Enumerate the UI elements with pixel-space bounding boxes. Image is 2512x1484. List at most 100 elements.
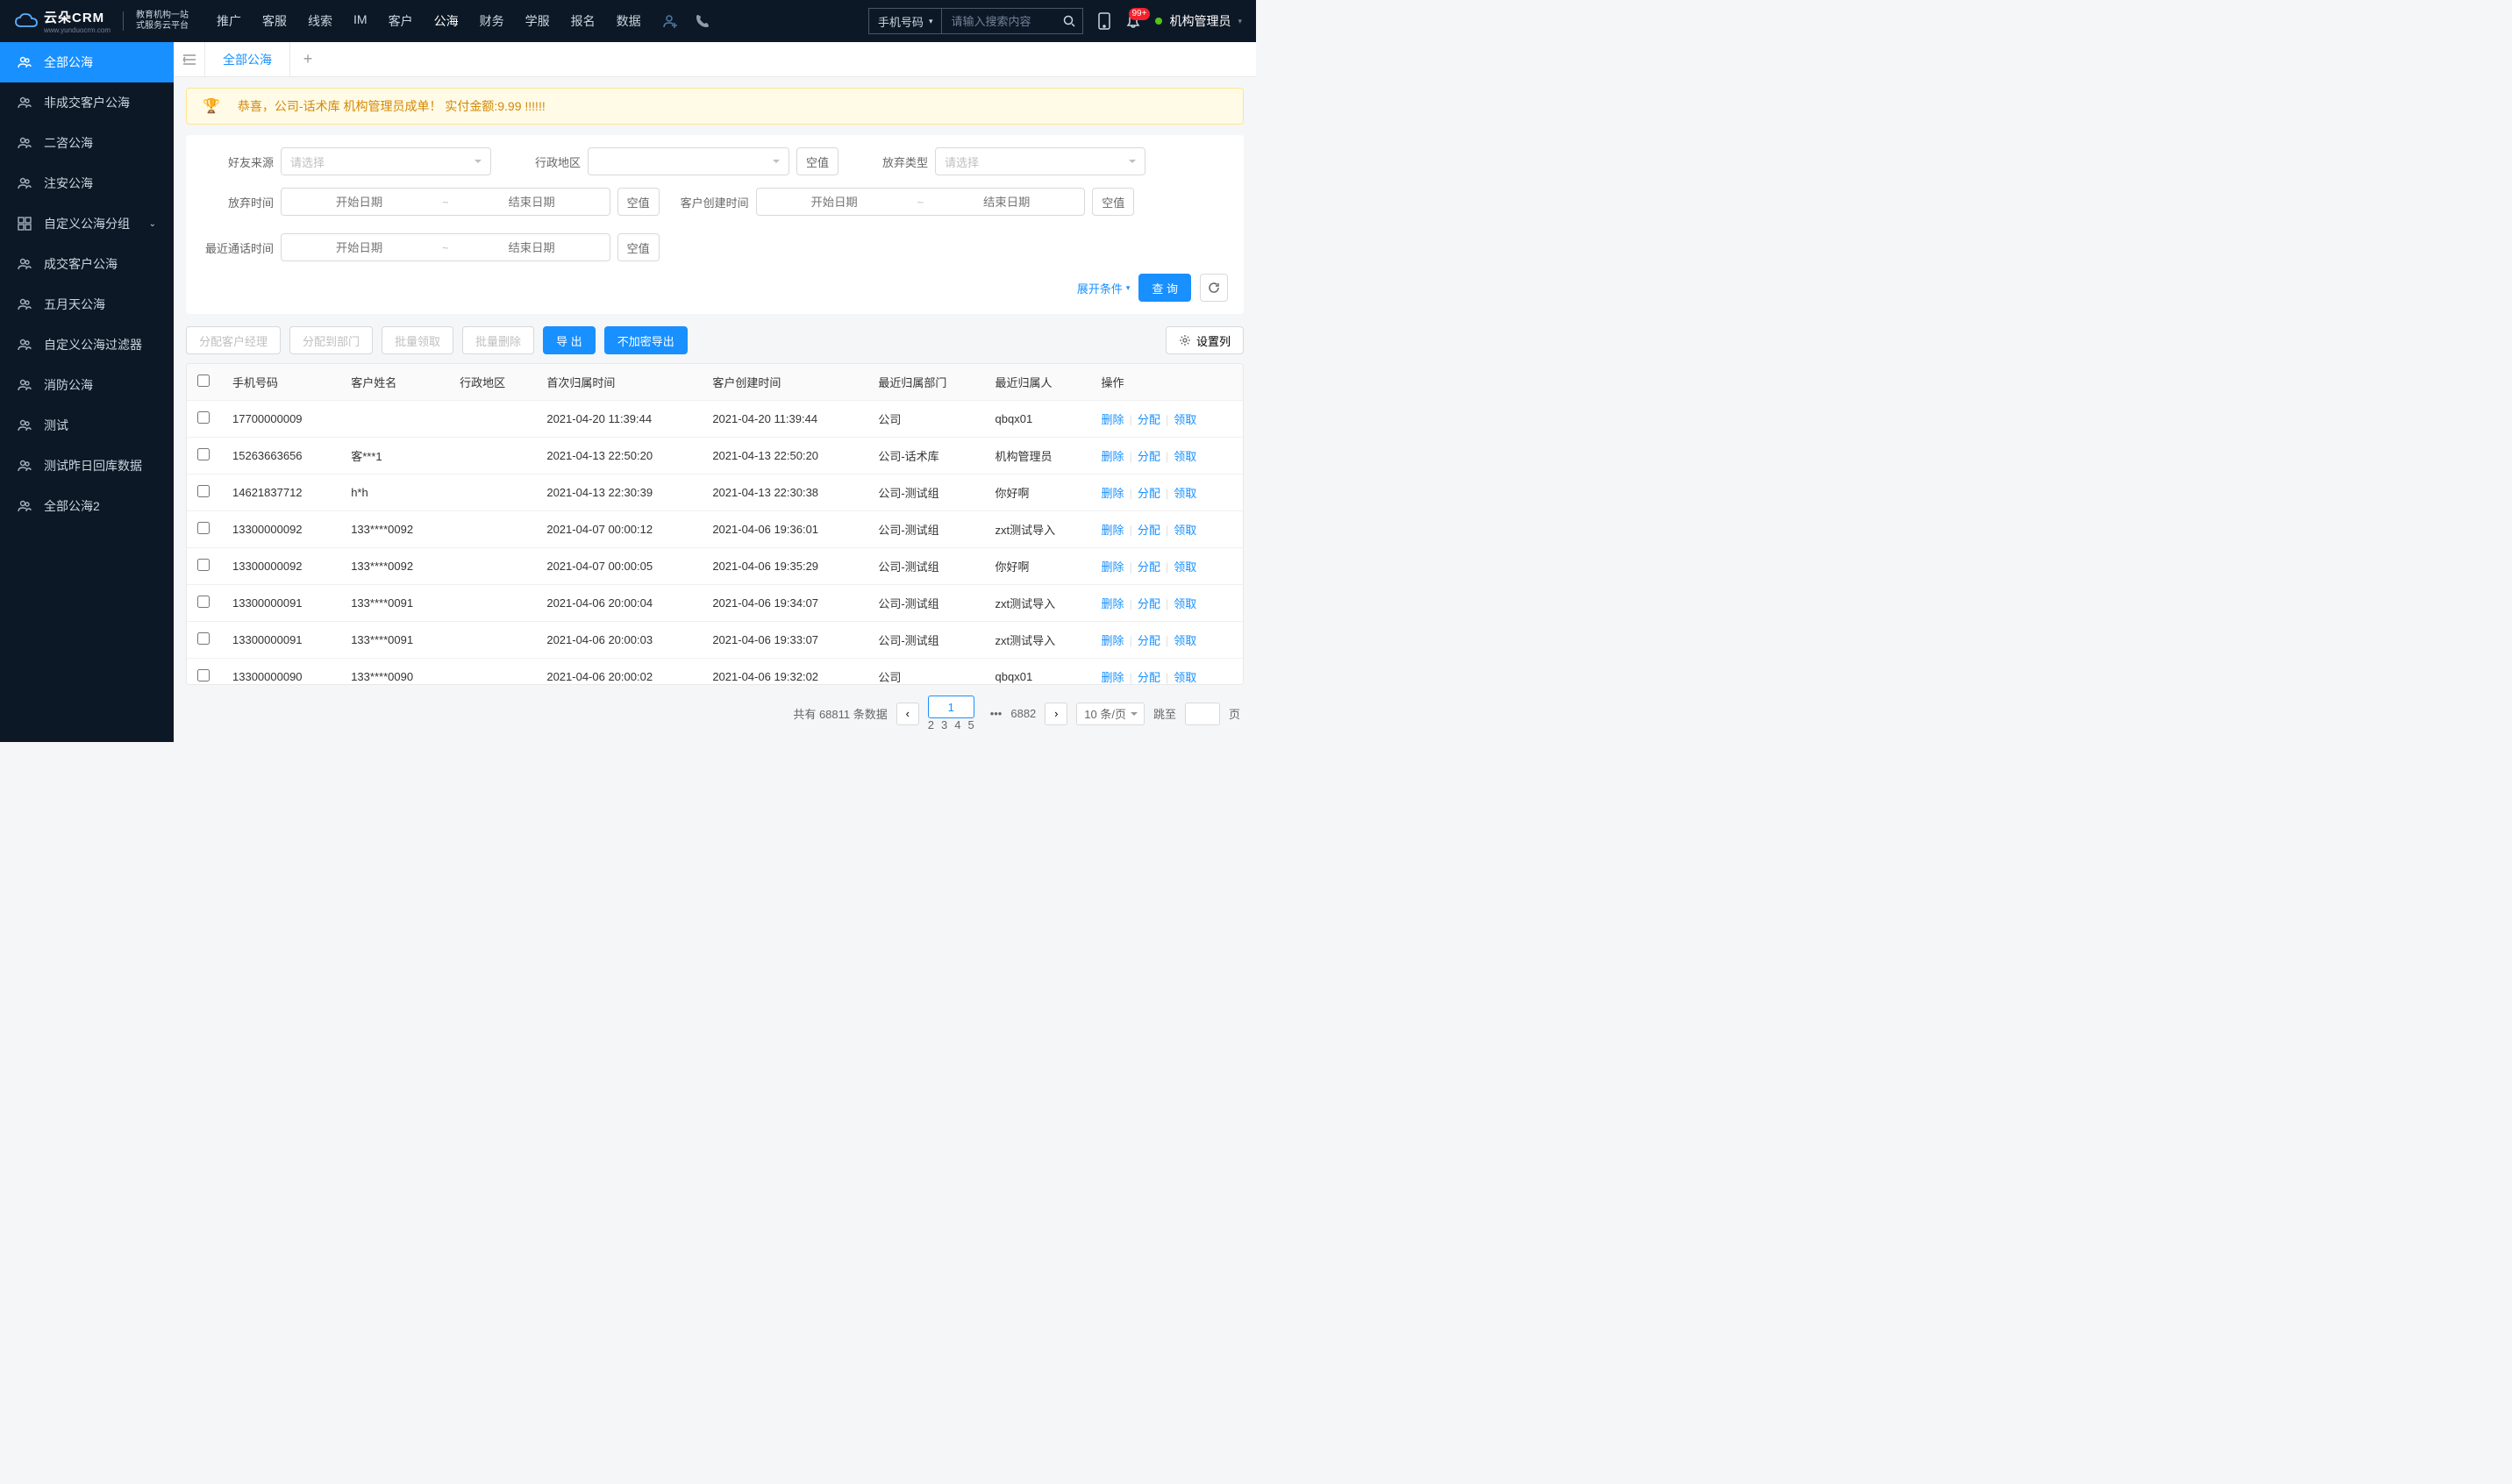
tab-add-button[interactable]: +	[290, 42, 325, 76]
sidebar-item-8[interactable]: 消防公海	[0, 365, 174, 405]
row-claim-button[interactable]: 领取	[1174, 413, 1196, 426]
nav-item-6[interactable]: 财务	[480, 12, 504, 30]
row-checkbox[interactable]	[197, 522, 210, 534]
sidebar-item-5[interactable]: 成交客户公海	[0, 244, 174, 284]
expand-filters-button[interactable]: 展开条件 ▾	[1077, 280, 1131, 296]
tab-all-public[interactable]: 全部公海	[205, 42, 290, 76]
page-size-select[interactable]: 10 条/页	[1076, 703, 1145, 725]
search-input[interactable]	[942, 9, 1056, 33]
row-delete-button[interactable]: 删除	[1101, 524, 1124, 537]
abandon-start-date[interactable]	[282, 196, 437, 209]
create-start-date[interactable]	[757, 196, 912, 209]
nav-item-2[interactable]: 线索	[308, 12, 332, 30]
row-delete-button[interactable]: 删除	[1101, 671, 1124, 684]
page-number-button[interactable]: 2	[928, 718, 934, 731]
row-checkbox[interactable]	[197, 669, 210, 681]
lastcall-empty-button[interactable]: 空值	[617, 233, 660, 261]
nav-item-1[interactable]: 客服	[262, 12, 287, 30]
sidebar-item-2[interactable]: 二咨公海	[0, 123, 174, 163]
select-all-checkbox[interactable]	[197, 375, 210, 387]
nav-item-8[interactable]: 报名	[571, 12, 596, 30]
abandon-end-date[interactable]	[454, 196, 610, 209]
user-add-icon[interactable]	[662, 13, 678, 29]
filter-source-select[interactable]: 请选择	[281, 147, 491, 175]
row-claim-button[interactable]: 领取	[1174, 450, 1196, 463]
row-checkbox[interactable]	[197, 448, 210, 460]
prev-page-button[interactable]: ‹	[896, 703, 919, 725]
row-assign-button[interactable]: 分配	[1138, 413, 1160, 426]
search-button[interactable]	[1056, 9, 1082, 33]
assign-manager-button[interactable]: 分配客户经理	[186, 326, 281, 354]
row-claim-button[interactable]: 领取	[1174, 597, 1196, 610]
sidebar-item-1[interactable]: 非成交客户公海	[0, 82, 174, 123]
row-delete-button[interactable]: 删除	[1101, 487, 1124, 500]
row-claim-button[interactable]: 领取	[1174, 560, 1196, 574]
last-page-button[interactable]: 6882	[1010, 707, 1036, 720]
sidebar-item-4[interactable]: 自定义公海分组⌄	[0, 203, 174, 244]
export-button[interactable]: 导 出	[543, 326, 596, 354]
notifications-button[interactable]: 99+	[1125, 13, 1141, 29]
logo[interactable]: 云朵CRM www.yunduocrm.com 教育机构一站 式服务云平台	[14, 8, 189, 34]
sidebar-item-9[interactable]: 测试	[0, 405, 174, 446]
sidebar-item-0[interactable]: 全部公海	[0, 42, 174, 82]
user-menu[interactable]: 机构管理员 ▾	[1155, 12, 1242, 30]
abandon-time-range[interactable]: ~	[281, 188, 610, 216]
row-claim-button[interactable]: 领取	[1174, 487, 1196, 500]
sidebar-item-10[interactable]: 测试昨日回库数据	[0, 446, 174, 486]
nav-item-7[interactable]: 学服	[525, 12, 550, 30]
set-columns-button[interactable]: 设置列	[1166, 326, 1244, 354]
tab-toggle-button[interactable]	[174, 42, 205, 76]
row-claim-button[interactable]: 领取	[1174, 634, 1196, 647]
filter-abandon-type-select[interactable]: 请选择	[935, 147, 1145, 175]
next-page-button[interactable]: ›	[1045, 703, 1067, 725]
sidebar-item-7[interactable]: 自定义公海过滤器	[0, 325, 174, 365]
batch-delete-button[interactable]: 批量删除	[462, 326, 534, 354]
create-end-date[interactable]	[929, 196, 1084, 209]
row-checkbox[interactable]	[197, 596, 210, 608]
nav-item-5[interactable]: 公海	[434, 12, 459, 30]
row-claim-button[interactable]: 领取	[1174, 671, 1196, 684]
page-number-button[interactable]: 1	[928, 696, 974, 718]
row-claim-button[interactable]: 领取	[1174, 524, 1196, 537]
row-delete-button[interactable]: 删除	[1101, 413, 1124, 426]
phone-icon[interactable]	[694, 13, 710, 29]
row-checkbox[interactable]	[197, 559, 210, 571]
row-assign-button[interactable]: 分配	[1138, 524, 1160, 537]
page-number-button[interactable]: 3	[941, 718, 947, 731]
page-number-button[interactable]: 5	[967, 718, 974, 731]
row-assign-button[interactable]: 分配	[1138, 487, 1160, 500]
row-checkbox[interactable]	[197, 485, 210, 497]
nav-item-4[interactable]: 客户	[389, 12, 413, 30]
row-assign-button[interactable]: 分配	[1138, 450, 1160, 463]
nav-item-3[interactable]: IM	[353, 12, 368, 30]
row-checkbox[interactable]	[197, 632, 210, 645]
row-assign-button[interactable]: 分配	[1138, 634, 1160, 647]
row-delete-button[interactable]: 删除	[1101, 560, 1124, 574]
row-delete-button[interactable]: 删除	[1101, 597, 1124, 610]
sidebar-item-3[interactable]: 注安公海	[0, 163, 174, 203]
row-assign-button[interactable]: 分配	[1138, 560, 1160, 574]
create-empty-button[interactable]: 空值	[1092, 188, 1134, 216]
mobile-icon[interactable]	[1097, 12, 1111, 30]
batch-claim-button[interactable]: 批量领取	[382, 326, 453, 354]
nav-item-0[interactable]: 推广	[217, 12, 241, 30]
create-time-range[interactable]: ~	[756, 188, 1086, 216]
export-plain-button[interactable]: 不加密导出	[604, 326, 688, 354]
filter-region-select[interactable]	[588, 147, 789, 175]
row-assign-button[interactable]: 分配	[1138, 671, 1160, 684]
row-delete-button[interactable]: 删除	[1101, 450, 1124, 463]
sidebar-item-11[interactable]: 全部公海2	[0, 486, 174, 526]
row-checkbox[interactable]	[197, 411, 210, 424]
sidebar-item-6[interactable]: 五月天公海	[0, 284, 174, 325]
assign-dept-button[interactable]: 分配到部门	[289, 326, 373, 354]
refresh-button[interactable]	[1200, 274, 1228, 302]
row-delete-button[interactable]: 删除	[1101, 634, 1124, 647]
query-button[interactable]: 查 询	[1138, 274, 1191, 302]
page-jump-input[interactable]	[1185, 703, 1220, 725]
page-number-button[interactable]: 4	[954, 718, 960, 731]
abandon-empty-button[interactable]: 空值	[617, 188, 660, 216]
lastcall-start-date[interactable]	[282, 241, 437, 254]
nav-item-9[interactable]: 数据	[617, 12, 641, 30]
search-type-select[interactable]: 手机号码 ▾	[869, 9, 943, 33]
row-assign-button[interactable]: 分配	[1138, 597, 1160, 610]
